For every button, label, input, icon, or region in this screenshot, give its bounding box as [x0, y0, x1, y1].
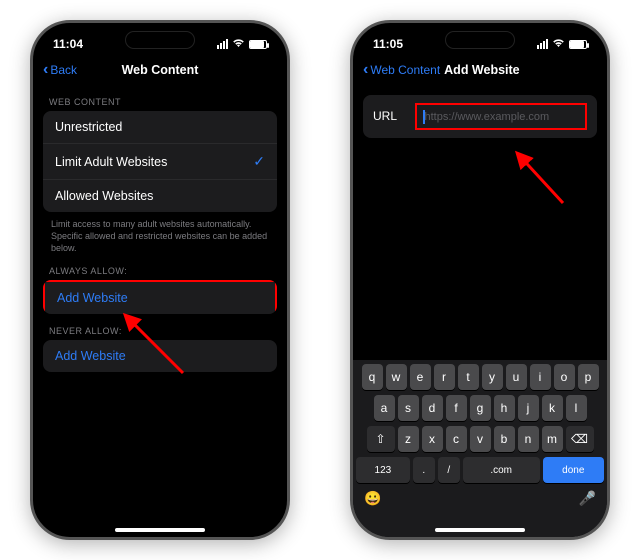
url-input[interactable]	[425, 111, 567, 123]
key-row-3: ⇧ z x c v b n m ⌫	[356, 426, 604, 452]
emoji-button[interactable]: 😀	[364, 490, 381, 507]
wifi-icon	[232, 38, 245, 51]
key-z[interactable]: z	[398, 426, 419, 452]
key-s[interactable]: s	[398, 395, 419, 421]
url-label: URL	[373, 109, 403, 123]
chevron-left-icon: ‹	[363, 62, 368, 78]
key-l[interactable]: l	[566, 395, 587, 421]
key-r[interactable]: r	[434, 364, 455, 390]
key-c[interactable]: c	[446, 426, 467, 452]
key-h[interactable]: h	[494, 395, 515, 421]
always-allow-group: Add Website	[43, 280, 277, 314]
key-n[interactable]: n	[518, 426, 539, 452]
section-header-web-content: WEB CONTENT	[33, 85, 287, 111]
nav-bar: ‹ Back Web Content	[33, 55, 287, 85]
phone-left-web-content: 11:04 ‹ Back Web Content WEB CONTENT Unr…	[30, 20, 290, 540]
notch	[445, 31, 515, 49]
notch	[125, 31, 195, 49]
back-button[interactable]: ‹ Web Content	[363, 62, 440, 78]
key-u[interactable]: u	[506, 364, 527, 390]
key-dotcom[interactable]: .com	[463, 457, 540, 483]
keyboard: q w e r t y u i o p a s d f g h j k l ⇧ …	[353, 360, 607, 537]
key-slash[interactable]: /	[438, 457, 460, 483]
url-row: URL	[363, 95, 597, 138]
status-indicators	[537, 38, 587, 51]
keyboard-bottom-row: 😀 🎤	[356, 488, 604, 507]
key-a[interactable]: a	[374, 395, 395, 421]
wifi-icon	[552, 38, 565, 51]
key-f[interactable]: f	[446, 395, 467, 421]
key-d[interactable]: d	[422, 395, 443, 421]
key-period[interactable]: .	[413, 457, 435, 483]
key-p[interactable]: p	[578, 364, 599, 390]
key-done[interactable]: done	[543, 457, 604, 483]
web-content-options: Unrestricted Limit Adult Websites ✓ Allo…	[43, 111, 277, 212]
cellular-icon	[217, 39, 228, 49]
page-title: Add Website	[444, 63, 519, 77]
key-q[interactable]: q	[362, 364, 383, 390]
battery-icon	[249, 40, 267, 49]
key-row-1: q w e r t y u i o p	[356, 364, 604, 390]
checkmark-icon: ✓	[253, 153, 265, 170]
option-allowed-websites[interactable]: Allowed Websites	[43, 180, 277, 212]
key-delete[interactable]: ⌫	[566, 426, 594, 452]
status-time: 11:04	[53, 37, 83, 51]
key-e[interactable]: e	[410, 364, 431, 390]
cellular-icon	[537, 39, 548, 49]
key-w[interactable]: w	[386, 364, 407, 390]
annotation-arrow	[503, 143, 583, 223]
key-k[interactable]: k	[542, 395, 563, 421]
status-time: 11:05	[373, 37, 403, 51]
section-header-never-allow: NEVER ALLOW:	[33, 314, 287, 340]
key-b[interactable]: b	[494, 426, 515, 452]
key-123[interactable]: 123	[356, 457, 410, 483]
key-i[interactable]: i	[530, 364, 551, 390]
page-title: Web Content	[33, 63, 287, 77]
add-website-never-allow[interactable]: Add Website	[43, 340, 277, 372]
url-input-highlight	[415, 103, 587, 130]
phone-right-add-website: 11:05 ‹ Web Content Add Website URL q w …	[350, 20, 610, 540]
home-indicator[interactable]	[435, 528, 525, 532]
key-v[interactable]: v	[470, 426, 491, 452]
key-o[interactable]: o	[554, 364, 575, 390]
key-m[interactable]: m	[542, 426, 563, 452]
key-shift[interactable]: ⇧	[367, 426, 395, 452]
add-website-always-allow[interactable]: Add Website	[43, 280, 277, 314]
status-indicators	[217, 38, 267, 51]
option-unrestricted[interactable]: Unrestricted	[43, 111, 277, 144]
option-limit-adult[interactable]: Limit Adult Websites ✓	[43, 144, 277, 180]
nav-bar: ‹ Web Content Add Website	[353, 55, 607, 85]
key-j[interactable]: j	[518, 395, 539, 421]
key-t[interactable]: t	[458, 364, 479, 390]
back-label: Web Content	[370, 63, 440, 77]
battery-icon	[569, 40, 587, 49]
key-row-2: a s d f g h j k l	[356, 395, 604, 421]
section-footer: Limit access to many adult websites auto…	[33, 212, 287, 254]
key-row-bottom: 123 . / .com done	[356, 457, 604, 483]
home-indicator[interactable]	[115, 528, 205, 532]
mic-button[interactable]: 🎤	[579, 490, 596, 507]
key-x[interactable]: x	[422, 426, 443, 452]
key-y[interactable]: y	[482, 364, 503, 390]
section-header-always-allow: ALWAYS ALLOW:	[33, 254, 287, 280]
key-g[interactable]: g	[470, 395, 491, 421]
never-allow-group: Add Website	[43, 340, 277, 372]
